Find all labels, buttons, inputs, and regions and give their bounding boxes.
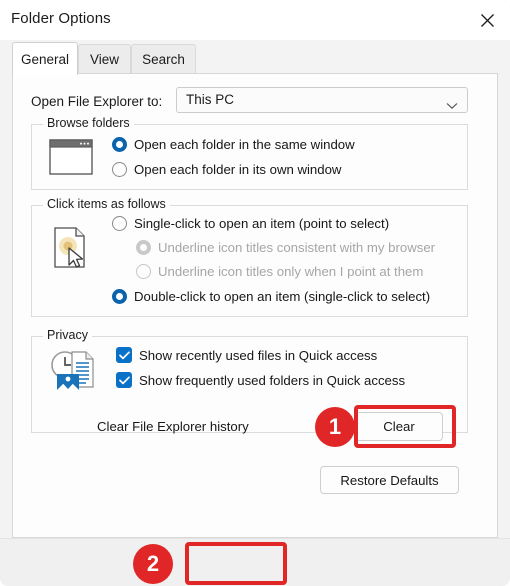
title-bar: Folder Options [0,0,510,40]
document-pointer-icon [52,226,92,275]
radio-indicator [112,137,127,152]
radio-indicator [112,216,127,231]
restore-defaults-button[interactable]: Restore Defaults [320,466,459,494]
folder-options-dialog: Folder Options General View Search Open … [0,0,510,586]
radio-indicator [136,264,151,279]
tab-strip: General View Search [0,40,510,75]
checkbox-indicator [116,372,132,388]
open-explorer-label: Open File Explorer to: [31,94,163,109]
radio-double-click[interactable]: Double-click to open an item (single-cli… [112,289,430,304]
radio-single-click[interactable]: Single-click to open an item (point to s… [112,216,389,231]
radio-indicator [136,240,151,255]
checkbox-frequent-folders-label: Show frequently used folders in Quick ac… [139,372,406,388]
clear-history-label: Clear File Explorer history [97,419,249,434]
tab-view-label: View [89,52,120,67]
radio-same-window-label: Open each folder in the same window [134,137,355,152]
radio-underline-hover-label: Underline icon titles only when I point … [158,264,424,279]
radio-underline-browser-label: Underline icon titles consistent with my… [158,240,436,255]
open-explorer-select[interactable]: This PC [176,87,468,113]
checkbox-indicator [116,347,132,363]
radio-same-window[interactable]: Open each folder in the same window [112,137,355,152]
chevron-down-icon [446,97,458,115]
open-explorer-value: This PC [186,92,235,107]
checkbox-frequent-folders[interactable]: Show frequently used folders in Quick ac… [116,372,405,388]
radio-underline-browser: Underline icon titles consistent with my… [136,240,435,255]
checkbox-recent-files-label: Show recently used files in Quick access [139,347,378,363]
radio-double-click-label: Double-click to open an item (single-cli… [134,289,431,304]
radio-indicator [112,289,127,304]
window-title: Folder Options [11,10,111,27]
browse-folders-title: Browse folders [43,116,134,130]
annotation-badge-1: 1 [315,407,355,447]
tab-view[interactable]: View [78,44,131,74]
click-items-group: Click items as follows Single-click to o… [31,197,468,317]
radio-own-window-label: Open each folder in its own window [134,162,342,177]
general-tab-panel: Open File Explorer to: This PC Browse fo… [12,73,498,538]
radio-own-window[interactable]: Open each folder in its own window [112,162,341,177]
browse-folders-group: Browse folders Open each folder in the s… [31,116,468,190]
window-outline-icon [49,139,93,180]
tab-search[interactable]: Search [131,44,196,74]
recent-files-icon [48,349,98,398]
checkbox-recent-files[interactable]: Show recently used files in Quick access [116,347,377,363]
dialog-footer [0,538,510,586]
radio-indicator [112,162,127,177]
radio-single-click-label: Single-click to open an item (point to s… [134,216,390,231]
radio-underline-hover: Underline icon titles only when I point … [136,264,423,279]
tab-search-label: Search [142,52,185,67]
close-icon [480,13,495,28]
tab-general-label: General [20,51,70,67]
privacy-title: Privacy [43,328,92,342]
close-button[interactable] [464,0,510,40]
clear-button[interactable]: Clear [355,412,443,441]
annotation-badge-2: 2 [133,544,173,584]
tab-general[interactable]: General [12,42,78,75]
click-items-title: Click items as follows [43,197,170,211]
